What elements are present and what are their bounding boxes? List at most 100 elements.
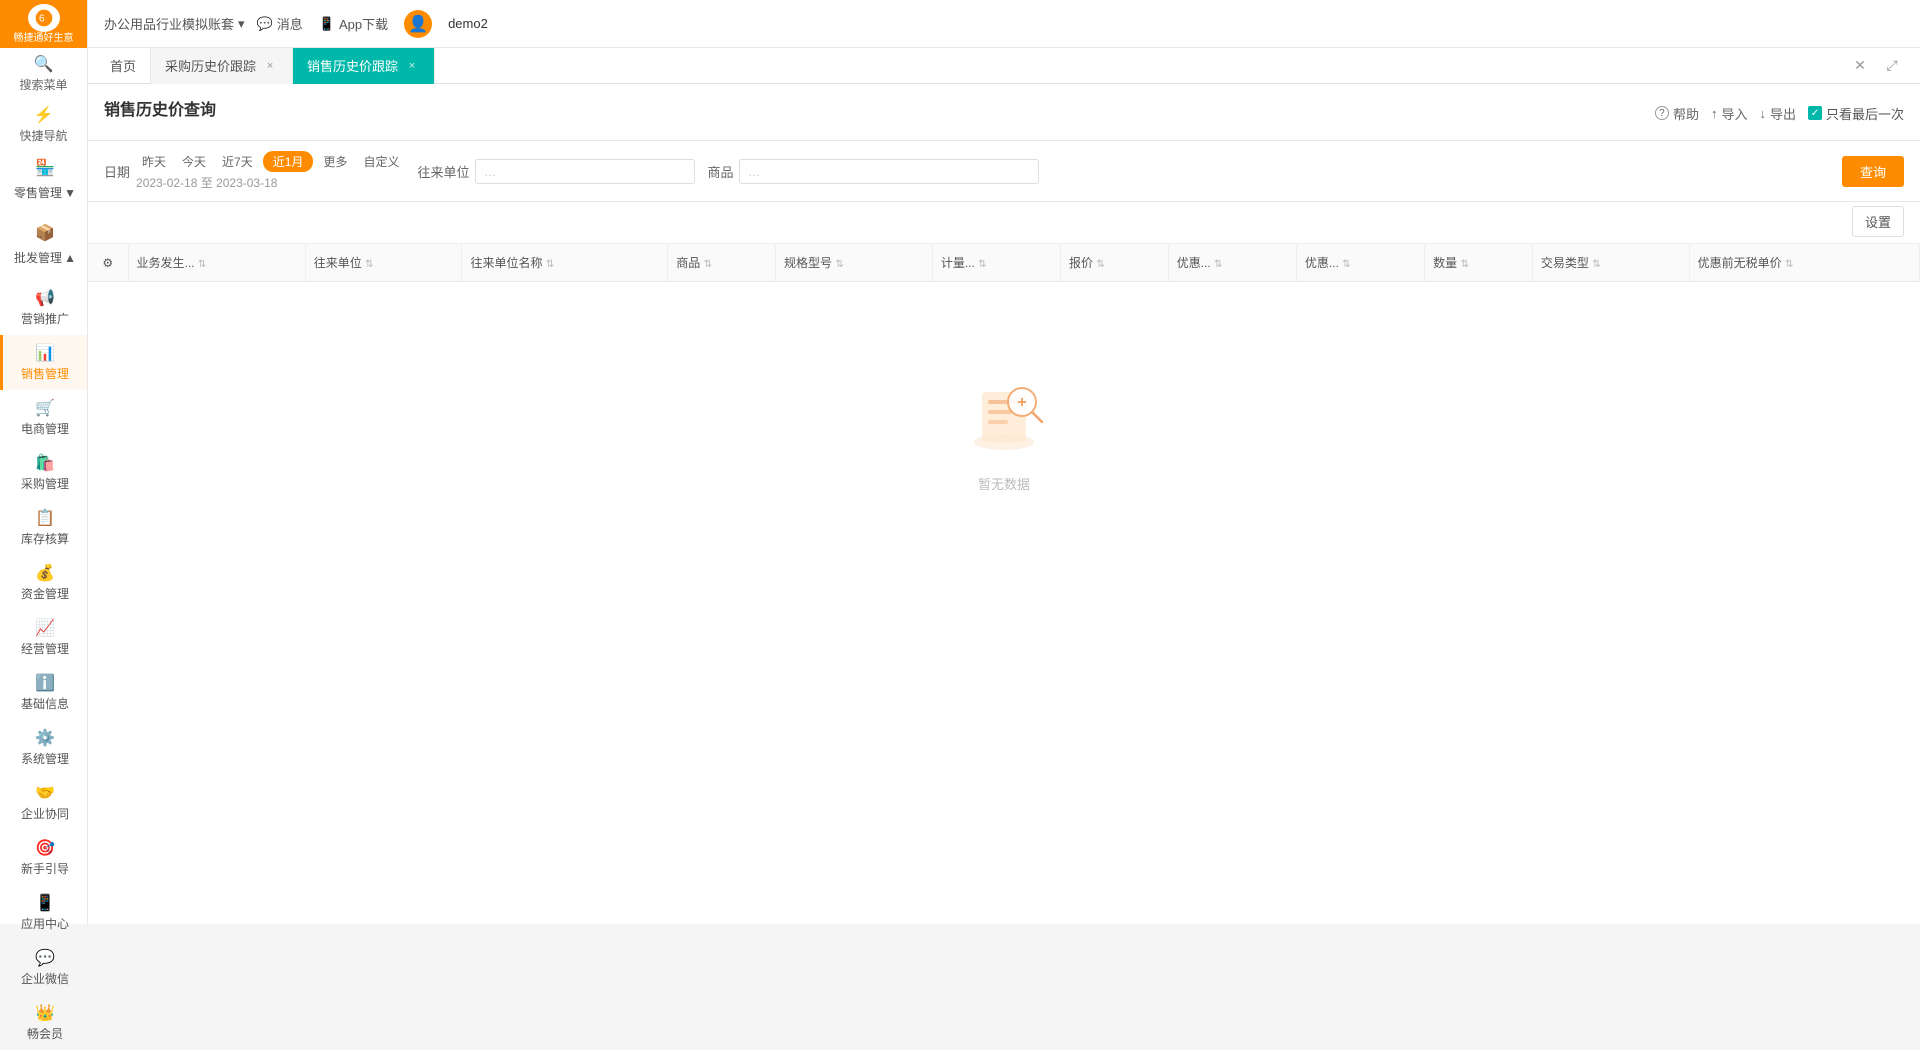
th-quantity[interactable]: 数量 ⇅ xyxy=(1425,244,1533,282)
sort-quantity-icon[interactable]: ⇅ xyxy=(1460,259,1468,270)
th-partner-code[interactable]: 往来单位 ⇅ xyxy=(305,244,462,282)
sort-unit-icon[interactable]: ⇅ xyxy=(978,259,986,270)
filter-bar: 日期 昨天 今天 近7天 近1月 更多 自定义 2023-02-18 至 202… xyxy=(88,141,1920,202)
collab-icon: 🤝 xyxy=(35,783,55,803)
page-content: 销售历史价查询 ? 帮助 ↑ 导入 ↓ 导出 xyxy=(88,84,1920,924)
th-price-label: 报价 xyxy=(1069,256,1093,270)
sidebar-item-retail-mgmt[interactable]: 🏪 零售管理 ▼ xyxy=(0,150,87,215)
sidebar-item-member[interactable]: 👑 畅会员 xyxy=(0,995,87,1050)
tab-purchase-history[interactable]: 采购历史价跟踪 × xyxy=(151,48,293,84)
sidebar-item-label: 库存核算 xyxy=(21,530,69,547)
sidebar-item-quick-nav[interactable]: ⚡ 快捷导航 xyxy=(0,99,87,150)
close-sales-history-tab[interactable]: × xyxy=(404,58,420,74)
date-btn-yesterday[interactable]: 昨天 xyxy=(136,151,172,172)
date-btn-today[interactable]: 今天 xyxy=(176,151,212,172)
th-pre-tax-price[interactable]: 优惠前无税单价 ⇅ xyxy=(1689,244,1919,282)
app-download-action[interactable]: 📱 App下载 xyxy=(319,14,388,33)
data-table-wrapper: ⚙ 业务发生... ⇅ 往来单位 ⇅ 往来单位名称 ⇅ xyxy=(88,244,1920,924)
table-header-row: ⚙ 业务发生... ⇅ 往来单位 ⇅ 往来单位名称 ⇅ xyxy=(88,244,1920,282)
sidebar-item-finance-mgmt[interactable]: 💰 资金管理 xyxy=(0,555,87,610)
sidebar-item-search-menu[interactable]: 🔍 搜索菜单 xyxy=(0,48,87,99)
th-spec[interactable]: 规格型号 ⇅ xyxy=(776,244,933,282)
sort-discount2-icon[interactable]: ⇅ xyxy=(1342,259,1350,270)
th-unit[interactable]: 计量... ⇅ xyxy=(932,244,1060,282)
sort-partner-code-icon[interactable]: ⇅ xyxy=(365,259,373,270)
sidebar-item-ecommerce-mgmt[interactable]: 🛒 电商管理 xyxy=(0,390,87,445)
sidebar-item-label: 销售管理 xyxy=(21,365,69,382)
th-partner-code-label: 往来单位 xyxy=(314,256,362,270)
export-action[interactable]: ↓ 导出 xyxy=(1759,104,1796,123)
th-goods[interactable]: 商品 ⇅ xyxy=(668,244,776,282)
help-icon: ? xyxy=(1655,106,1669,120)
sort-discount1-icon[interactable]: ⇅ xyxy=(1214,259,1222,270)
company-selector[interactable]: 办公用品行业模拟账套 ▾ xyxy=(104,14,245,33)
show-last-only-checkbox[interactable]: 只看最后一次 xyxy=(1808,104,1904,123)
date-filter-label: 日期 xyxy=(104,162,130,181)
sort-biz-date-icon[interactable]: ⇅ xyxy=(198,259,206,270)
purchase-history-label: 采购历史价跟踪 xyxy=(165,56,256,75)
th-pre-tax-price-label: 优惠前无税单价 xyxy=(1698,256,1782,270)
sales-icon: 📊 xyxy=(35,343,55,363)
sidebar-item-new-guide[interactable]: 🎯 新手引导 xyxy=(0,830,87,885)
sidebar-item-wholesale-mgmt[interactable]: 📦 批发管理 ▲ xyxy=(0,215,87,280)
sidebar-item-business-mgmt[interactable]: 📈 经营管理 xyxy=(0,610,87,665)
query-button[interactable]: 查询 xyxy=(1842,156,1904,187)
date-btn-last1month[interactable]: 近1月 xyxy=(263,151,314,172)
date-btn-custom[interactable]: 自定义 xyxy=(357,151,405,172)
sidebar-item-system-mgmt[interactable]: ⚙️ 系统管理 xyxy=(0,720,87,775)
message-action[interactable]: 💬 消息 xyxy=(257,14,303,33)
tab-home[interactable]: 首页 xyxy=(96,48,151,84)
message-label: 消息 xyxy=(277,14,303,33)
th-trade-type-label: 交易类型 xyxy=(1541,256,1589,270)
sidebar-item-label: 搜索菜单 xyxy=(19,76,67,93)
th-partner-name[interactable]: 往来单位名称 ⇅ xyxy=(462,244,668,282)
sidebar-item-enterprise-wechat[interactable]: 💬 企业微信 xyxy=(0,940,87,995)
th-discount1[interactable]: 优惠... ⇅ xyxy=(1168,244,1296,282)
th-price[interactable]: 报价 ⇅ xyxy=(1060,244,1168,282)
message-icon: 💬 xyxy=(257,16,273,32)
settings-button[interactable]: 设置 xyxy=(1852,206,1904,237)
maximize-btn[interactable]: ⤢ xyxy=(1880,54,1904,78)
sort-trade-type-icon[interactable]: ⇅ xyxy=(1592,259,1600,270)
th-biz-date[interactable]: 业务发生... ⇅ xyxy=(128,244,305,282)
partner-label: 往来单位 xyxy=(417,162,469,181)
sort-spec-icon[interactable]: ⇅ xyxy=(835,259,843,270)
close-purchase-history-tab[interactable]: × xyxy=(262,58,278,74)
date-btn-more[interactable]: 更多 xyxy=(317,151,353,172)
sidebar-item-label: 营销推广 xyxy=(21,310,69,327)
sort-goods-icon[interactable]: ⇅ xyxy=(704,259,712,270)
sort-partner-name-icon[interactable]: ⇅ xyxy=(546,259,554,270)
th-biz-date-label: 业务发生... xyxy=(137,256,195,270)
partner-input[interactable]: ... xyxy=(475,159,695,184)
date-btn-last7[interactable]: 近7天 xyxy=(216,151,259,172)
business-icon: 📈 xyxy=(35,618,55,638)
th-settings[interactable]: ⚙ xyxy=(88,244,128,282)
sidebar-item-purchase-mgmt[interactable]: 🛍️ 采购管理 xyxy=(0,445,87,500)
sidebar-item-basic-info[interactable]: ℹ️ 基础信息 xyxy=(0,665,87,720)
partner-input-placeholder: ... xyxy=(484,164,495,179)
user-avatar[interactable]: 👤 xyxy=(404,10,432,38)
help-action[interactable]: ? 帮助 xyxy=(1655,104,1699,123)
basic-info-icon: ℹ️ xyxy=(35,673,55,693)
tab-sales-history[interactable]: 销售历史价跟踪 × xyxy=(293,48,435,84)
chevron-up-icon: ▲ xyxy=(64,251,76,265)
th-discount2[interactable]: 优惠... ⇅ xyxy=(1296,244,1424,282)
sidebar-item-label: 企业微信 xyxy=(21,970,69,987)
sort-pre-tax-price-icon[interactable]: ⇅ xyxy=(1785,259,1793,270)
th-trade-type[interactable]: 交易类型 ⇅ xyxy=(1532,244,1689,282)
sidebar-item-app-center[interactable]: 📱 应用中心 xyxy=(0,885,87,940)
sidebar-item-sales-mgmt[interactable]: 📊 销售管理 xyxy=(0,335,87,390)
sort-price-icon[interactable]: ⇅ xyxy=(1096,259,1104,270)
th-spec-label: 规格型号 xyxy=(784,256,832,270)
export-icon: ↓ xyxy=(1759,106,1766,121)
app-logo: 6 畅捷通好生意 xyxy=(0,0,87,48)
sidebar-item-marketing[interactable]: 📢 营销推广 xyxy=(0,280,87,335)
goods-input[interactable]: ... xyxy=(739,159,1039,184)
quick-nav-icon: ⚡ xyxy=(34,105,54,125)
import-action[interactable]: ↑ 导入 xyxy=(1711,104,1748,123)
window-buttons: ✕ ⤢ xyxy=(1848,54,1912,78)
sidebar-item-enterprise-collab[interactable]: 🤝 企业协同 xyxy=(0,775,87,830)
close-window-btn[interactable]: ✕ xyxy=(1848,54,1872,78)
sidebar-item-inventory[interactable]: 📋 库存核算 xyxy=(0,500,87,555)
retail-icon: 🏪 xyxy=(35,158,55,178)
